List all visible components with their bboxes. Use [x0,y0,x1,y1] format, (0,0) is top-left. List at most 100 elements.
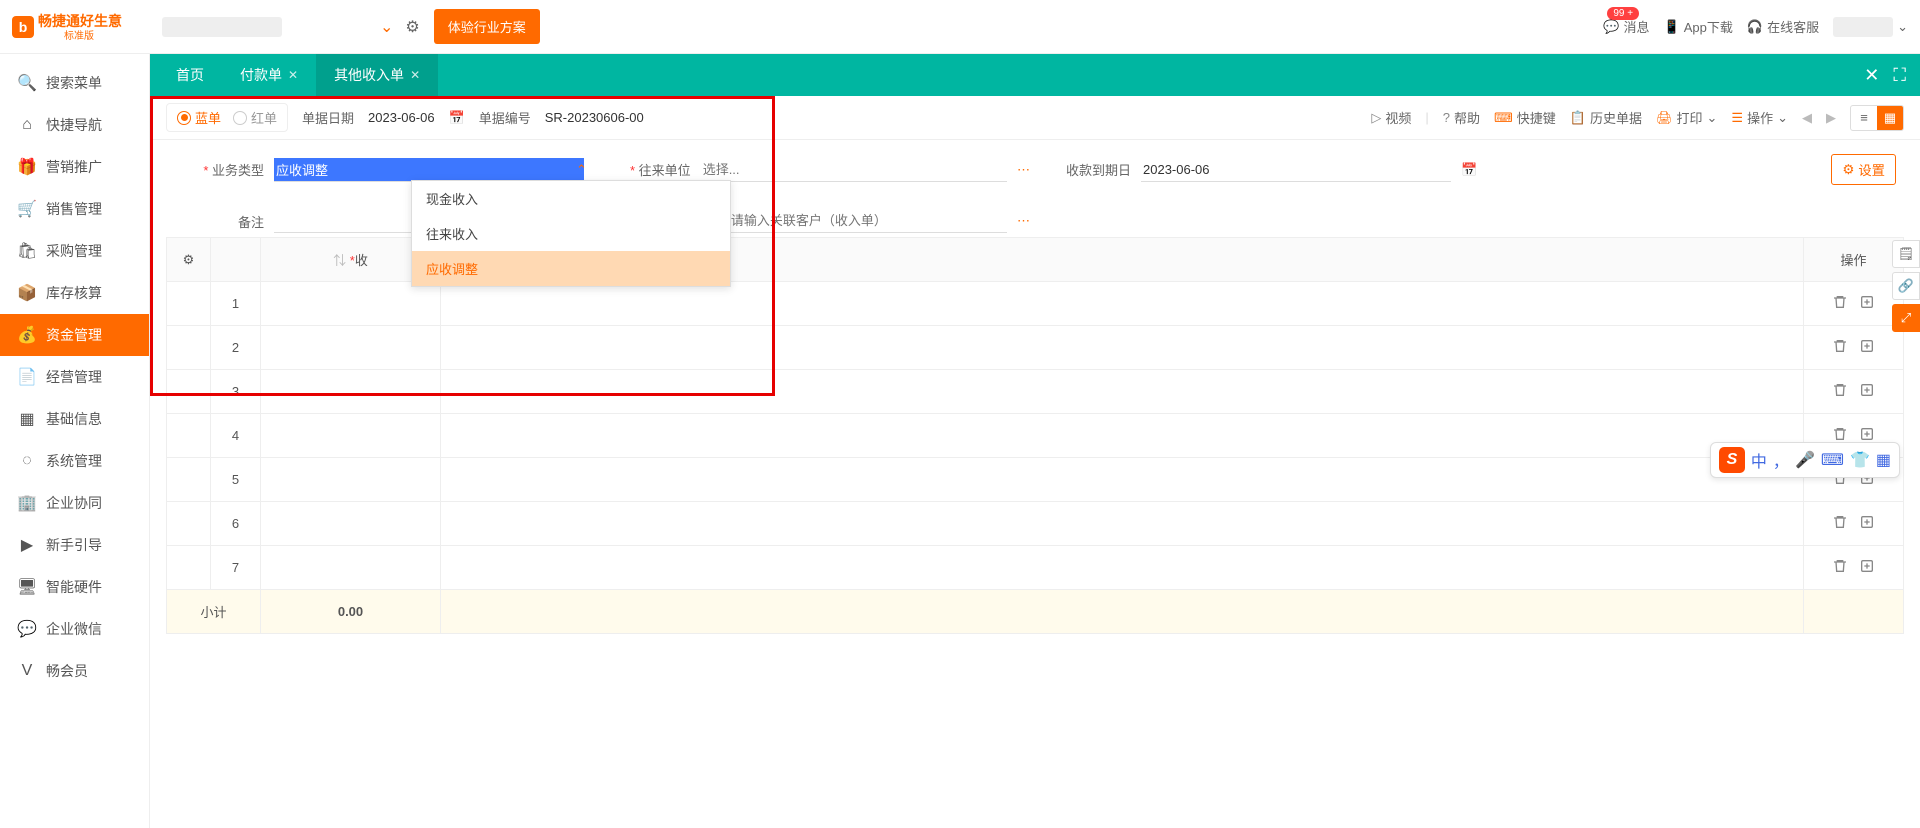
sidebar-item-corp[interactable]: 🏢企业协同 [0,482,149,524]
amount-cell[interactable] [261,502,441,546]
sidebar-item-vip[interactable]: V畅会员 [0,650,149,692]
dropdown-item-receivable-adjust[interactable]: 应收调整 [412,251,730,286]
delete-row-icon[interactable] [1832,514,1848,530]
add-row-icon[interactable] [1859,294,1875,310]
calendar-icon[interactable]: 📅 [449,110,465,126]
user-menu[interactable]: ⌄ [1833,17,1908,37]
close-icon[interactable]: ✕ [410,68,420,82]
sidebar-item-system[interactable]: ◌系统管理 [0,440,149,482]
ime-lang-icon[interactable]: 中 [1751,448,1767,472]
tab-home[interactable]: 首页 [158,54,222,96]
rail-expand-icon[interactable]: ⤢ [1892,304,1920,332]
sidebar-item-marketing[interactable]: 🎁营销推广 [0,146,149,188]
online-service-link[interactable]: 🎧 在线客服 [1747,17,1819,36]
wechat-icon: 💬 [18,619,36,639]
table-settings-header[interactable]: ⚙ [167,238,211,282]
table-row[interactable]: 5 [167,458,1904,502]
cart-icon: 🛒 [18,199,36,219]
ime-keyboard-icon[interactable]: ⌨ [1821,450,1844,470]
print-link[interactable]: 🖨打印⌄ [1656,108,1717,127]
settings-gear-icon[interactable]: ⚙ [405,17,419,37]
add-row-icon[interactable] [1859,426,1875,442]
biz-type-select[interactable] [274,158,584,182]
more-icon[interactable]: ⋯ [1017,213,1030,229]
doc-date-value[interactable]: 2023-06-06 [368,110,435,125]
settings-button[interactable]: ⚙设置 [1831,154,1896,185]
history-link[interactable]: 📋历史单据 [1570,108,1642,127]
video-link[interactable]: ▷视频 [1371,108,1411,127]
sidebar-item-hardware[interactable]: 🖥智能硬件 [0,566,149,608]
calendar-icon[interactable]: 📅 [1461,162,1477,178]
sidebar-item-funds[interactable]: 💰资金管理 [0,314,149,356]
org-selector[interactable]: ⌄ [162,17,393,37]
money-icon: 💰 [18,325,36,345]
delete-row-icon[interactable] [1832,558,1848,574]
amount-cell[interactable] [261,370,441,414]
add-row-icon[interactable] [1859,382,1875,398]
dropdown-item-contact[interactable]: 往来收入 [412,216,730,251]
row-number: 3 [211,370,261,414]
sidebar-item-sales[interactable]: 🛒销售管理 [0,188,149,230]
sidebar-item-search[interactable]: 🔍搜索菜单 [0,62,149,104]
ime-toolbox-icon[interactable]: ▦ [1876,450,1891,470]
ime-mic-icon[interactable]: 🎤 [1795,450,1815,470]
sidebar-item-quicknav[interactable]: ⌂快捷导航 [0,104,149,146]
view-card-icon[interactable]: ▦ [1877,106,1903,130]
ime-punct-icon[interactable]: ， [1773,448,1789,472]
gift-icon: 🎁 [18,157,36,177]
sidebar-item-guide[interactable]: ▶新手引导 [0,524,149,566]
delete-row-icon[interactable] [1832,338,1848,354]
table-row[interactable]: 3 [167,370,1904,414]
close-icon[interactable]: ✕ [288,68,298,82]
app-download-link[interactable]: 📱 App下载 [1664,17,1733,36]
rail-note-icon[interactable]: 🗒 [1892,240,1920,268]
table-row[interactable]: 7 [167,546,1904,590]
operate-link[interactable]: ☰操作⌄ [1731,108,1788,127]
amount-cell[interactable] [261,458,441,502]
amount-cell[interactable] [261,282,441,326]
radio-red[interactable]: 红单 [233,108,277,127]
radio-blue[interactable]: 蓝单 [177,108,221,127]
table-row[interactable]: 1 [167,282,1904,326]
cta-button[interactable]: 体验行业方案 [434,9,540,44]
system-icon: ◌ [18,452,36,470]
table-row[interactable]: 2 [167,326,1904,370]
dropdown-item-cash[interactable]: 现金收入 [412,181,730,216]
more-icon[interactable]: ⋯ [1017,162,1030,178]
delete-row-icon[interactable] [1832,426,1848,442]
amount-cell[interactable] [261,326,441,370]
sidebar-item-wechat[interactable]: 💬企业微信 [0,608,149,650]
add-row-icon[interactable] [1859,338,1875,354]
delete-row-icon[interactable] [1832,382,1848,398]
messages-link[interactable]: 99 + 💬 消息 [1603,17,1649,36]
add-row-icon[interactable] [1859,514,1875,530]
contact-input[interactable] [701,158,1007,182]
sidebar-item-business[interactable]: 📄经营管理 [0,356,149,398]
prev-doc-icon[interactable]: ◀ [1802,110,1812,126]
guide-icon: ▶ [18,535,36,555]
fullscreen-icon[interactable]: ⛶ [1893,65,1906,86]
amount-cell[interactable] [261,414,441,458]
due-date-input[interactable] [1141,158,1451,182]
table-row[interactable]: 4 [167,414,1904,458]
ime-bar[interactable]: S 中 ， 🎤 ⌨ 👕 ▦ [1710,442,1900,478]
shortcut-link[interactable]: ⌨快捷键 [1494,108,1556,127]
contact-label: 往来单位 [630,160,691,179]
tab-other-income[interactable]: 其他收入单✕ [316,54,438,96]
tab-payment[interactable]: 付款单✕ [222,54,316,96]
add-row-icon[interactable] [1859,558,1875,574]
view-list-icon[interactable]: ≡ [1851,106,1877,130]
related-customer-input[interactable] [729,209,1007,233]
ime-skin-icon[interactable]: 👕 [1850,450,1870,470]
sidebar-item-basic[interactable]: ▦基础信息 [0,398,149,440]
rail-link-icon[interactable]: 🔗 [1892,272,1920,300]
close-all-icon[interactable]: ✕ [1864,65,1879,86]
sidebar-item-purchase[interactable]: 🛍采购管理 [0,230,149,272]
delete-row-icon[interactable] [1832,294,1848,310]
sidebar-item-inventory[interactable]: 📦库存核算 [0,272,149,314]
help-link[interactable]: ?帮助 [1443,108,1480,127]
doc-toolbar: 蓝单 红单 单据日期 2023-06-06 📅 单据编号 SR-20230606… [150,96,1920,140]
table-row[interactable]: 6 [167,502,1904,546]
next-doc-icon[interactable]: ▶ [1826,110,1836,126]
amount-cell[interactable] [261,546,441,590]
